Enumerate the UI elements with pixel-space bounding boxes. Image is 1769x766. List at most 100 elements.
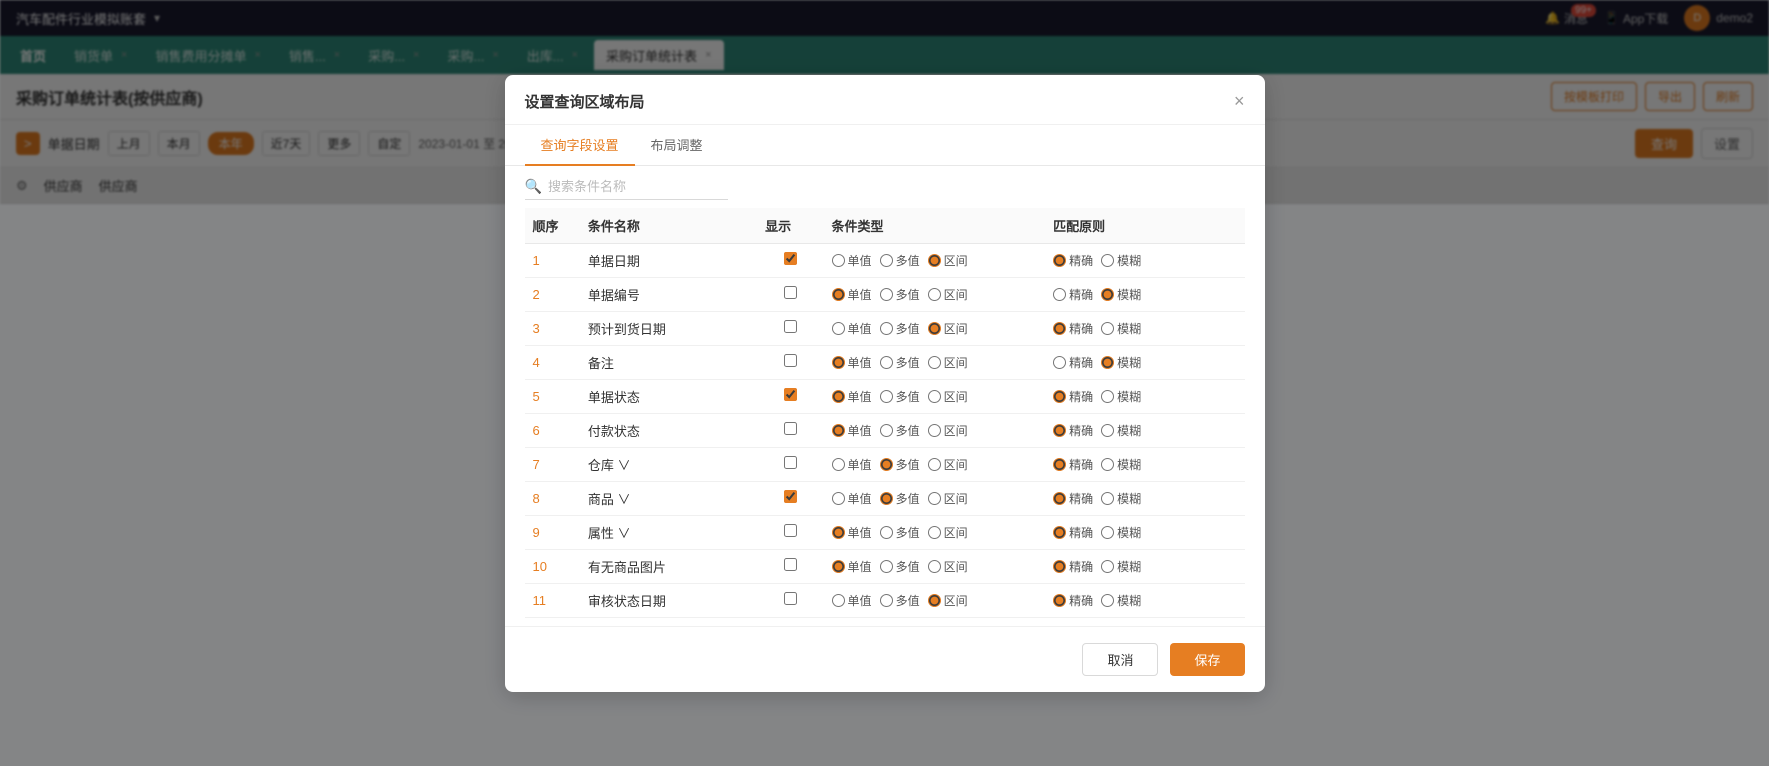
type-radio-label-单值-0[interactable]: 单值	[832, 252, 872, 269]
type-radio-label-多值-8[interactable]: 多值	[880, 524, 920, 541]
type-radio-label-多值-2[interactable]: 多值	[880, 320, 920, 337]
type-radio-label-多值-5[interactable]: 多值	[880, 422, 920, 439]
type-radio-label-区间-4[interactable]: 区间	[928, 388, 968, 405]
match-radio-精确-4[interactable]	[1053, 390, 1066, 403]
match-radio-label-模糊-7[interactable]: 模糊	[1101, 490, 1141, 507]
type-radio-区间-2[interactable]	[928, 322, 941, 335]
row-display-7[interactable]	[757, 481, 823, 515]
row-display-6[interactable]	[757, 447, 823, 481]
display-checkbox-5[interactable]	[784, 422, 797, 435]
type-radio-单值-6[interactable]	[832, 458, 845, 471]
type-radio-label-单值-2[interactable]: 单值	[832, 320, 872, 337]
type-radio-label-单值-5[interactable]: 单值	[832, 422, 872, 439]
display-checkbox-8[interactable]	[784, 524, 797, 537]
match-radio-label-精确-3[interactable]: 精确	[1053, 354, 1093, 371]
type-radio-单值-1[interactable]	[832, 288, 845, 301]
match-radio-精确-10[interactable]	[1053, 594, 1066, 607]
type-radio-多值-6[interactable]	[880, 458, 893, 471]
display-checkbox-9[interactable]	[784, 558, 797, 571]
type-radio-多值-2[interactable]	[880, 322, 893, 335]
display-checkbox-1[interactable]	[784, 286, 797, 299]
type-radio-区间-0[interactable]	[928, 254, 941, 267]
type-radio-label-区间-5[interactable]: 区间	[928, 422, 968, 439]
type-radio-单值-4[interactable]	[832, 390, 845, 403]
type-radio-label-单值-4[interactable]: 单值	[832, 388, 872, 405]
match-radio-模糊-4[interactable]	[1101, 390, 1114, 403]
type-radio-区间-5[interactable]	[928, 424, 941, 437]
type-radio-单值-3[interactable]	[832, 356, 845, 369]
type-radio-label-区间-1[interactable]: 区间	[928, 286, 968, 303]
type-radio-多值-7[interactable]	[880, 492, 893, 505]
type-radio-label-区间-10[interactable]: 区间	[928, 592, 968, 609]
match-radio-精确-6[interactable]	[1053, 458, 1066, 471]
type-radio-区间-7[interactable]	[928, 492, 941, 505]
type-radio-label-单值-1[interactable]: 单值	[832, 286, 872, 303]
match-radio-label-精确-1[interactable]: 精确	[1053, 286, 1093, 303]
display-checkbox-0[interactable]	[784, 252, 797, 265]
dialog-tab-query-fields[interactable]: 查询字段设置	[525, 125, 635, 166]
type-radio-区间-4[interactable]	[928, 390, 941, 403]
type-radio-label-多值-7[interactable]: 多值	[880, 490, 920, 507]
match-radio-精确-1[interactable]	[1053, 288, 1066, 301]
match-radio-模糊-8[interactable]	[1101, 526, 1114, 539]
type-radio-单值-8[interactable]	[832, 526, 845, 539]
match-radio-label-模糊-2[interactable]: 模糊	[1101, 320, 1141, 337]
match-radio-label-模糊-3[interactable]: 模糊	[1101, 354, 1141, 371]
match-radio-label-模糊-6[interactable]: 模糊	[1101, 456, 1141, 473]
display-checkbox-10[interactable]	[784, 592, 797, 605]
match-radio-模糊-7[interactable]	[1101, 492, 1114, 505]
match-radio-label-精确-9[interactable]: 精确	[1053, 558, 1093, 575]
type-radio-单值-0[interactable]	[832, 254, 845, 267]
type-radio-label-单值-3[interactable]: 单值	[832, 354, 872, 371]
type-radio-label-多值-0[interactable]: 多值	[880, 252, 920, 269]
match-radio-label-精确-0[interactable]: 精确	[1053, 252, 1093, 269]
type-radio-label-区间-6[interactable]: 区间	[928, 456, 968, 473]
match-radio-label-精确-7[interactable]: 精确	[1053, 490, 1093, 507]
type-radio-label-区间-0[interactable]: 区间	[928, 252, 968, 269]
type-radio-单值-9[interactable]	[832, 560, 845, 573]
match-radio-精确-8[interactable]	[1053, 526, 1066, 539]
row-display-1[interactable]	[757, 277, 823, 311]
type-radio-多值-9[interactable]	[880, 560, 893, 573]
match-radio-精确-2[interactable]	[1053, 322, 1066, 335]
type-radio-多值-5[interactable]	[880, 424, 893, 437]
match-radio-label-精确-8[interactable]: 精确	[1053, 524, 1093, 541]
row-display-10[interactable]	[757, 583, 823, 617]
row-display-2[interactable]	[757, 311, 823, 345]
row-display-4[interactable]	[757, 379, 823, 413]
match-radio-模糊-2[interactable]	[1101, 322, 1114, 335]
match-radio-模糊-6[interactable]	[1101, 458, 1114, 471]
row-display-8[interactable]	[757, 515, 823, 549]
type-radio-label-多值-1[interactable]: 多值	[880, 286, 920, 303]
display-checkbox-6[interactable]	[784, 456, 797, 469]
type-radio-多值-8[interactable]	[880, 526, 893, 539]
type-radio-label-区间-8[interactable]: 区间	[928, 524, 968, 541]
type-radio-label-单值-9[interactable]: 单值	[832, 558, 872, 575]
row-display-9[interactable]	[757, 549, 823, 583]
match-radio-模糊-5[interactable]	[1101, 424, 1114, 437]
type-radio-多值-3[interactable]	[880, 356, 893, 369]
row-display-5[interactable]	[757, 413, 823, 447]
match-radio-label-模糊-5[interactable]: 模糊	[1101, 422, 1141, 439]
match-radio-模糊-3[interactable]	[1101, 356, 1114, 369]
type-radio-label-多值-6[interactable]: 多值	[880, 456, 920, 473]
match-radio-label-模糊-1[interactable]: 模糊	[1101, 286, 1141, 303]
match-radio-label-精确-5[interactable]: 精确	[1053, 422, 1093, 439]
type-radio-多值-1[interactable]	[880, 288, 893, 301]
match-radio-label-精确-4[interactable]: 精确	[1053, 388, 1093, 405]
match-radio-label-精确-10[interactable]: 精确	[1053, 592, 1093, 609]
type-radio-label-区间-2[interactable]: 区间	[928, 320, 968, 337]
type-radio-区间-6[interactable]	[928, 458, 941, 471]
type-radio-单值-5[interactable]	[832, 424, 845, 437]
type-radio-单值-2[interactable]	[832, 322, 845, 335]
type-radio-label-多值-3[interactable]: 多值	[880, 354, 920, 371]
match-radio-label-模糊-9[interactable]: 模糊	[1101, 558, 1141, 575]
dialog-tab-layout[interactable]: 布局调整	[635, 125, 719, 166]
type-radio-单值-7[interactable]	[832, 492, 845, 505]
type-radio-label-多值-4[interactable]: 多值	[880, 388, 920, 405]
type-radio-区间-10[interactable]	[928, 594, 941, 607]
match-radio-模糊-1[interactable]	[1101, 288, 1114, 301]
display-checkbox-2[interactable]	[784, 320, 797, 333]
match-radio-label-模糊-0[interactable]: 模糊	[1101, 252, 1141, 269]
type-radio-label-区间-7[interactable]: 区间	[928, 490, 968, 507]
